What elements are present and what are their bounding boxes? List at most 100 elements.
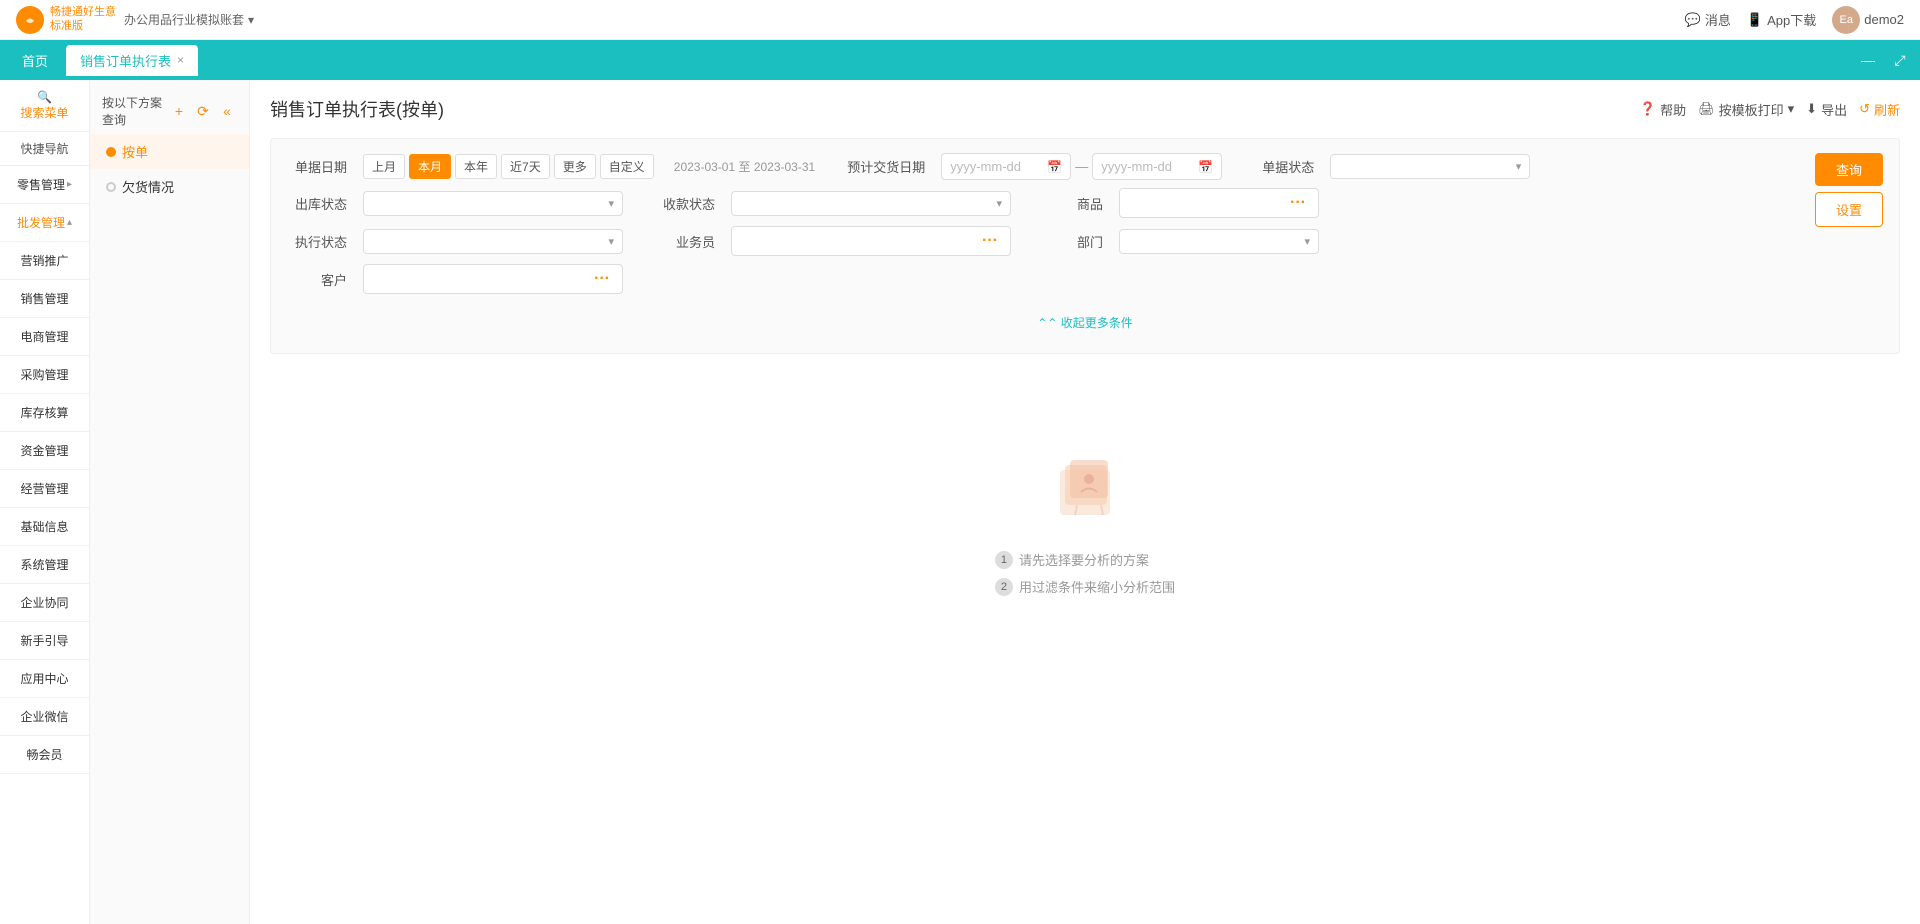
sidebar-shortcut[interactable]: 快捷导航: [0, 132, 89, 166]
product-picker-icon[interactable]: ···: [1286, 194, 1310, 212]
message-icon: 💬: [1685, 12, 1701, 28]
help-button[interactable]: ❓ 帮助: [1640, 100, 1686, 119]
filter-area: 单据日期 上月 本月 本年 近7天 更多 自定义 2023-03-01 至 20…: [270, 138, 1900, 354]
dept-arrow: ▾: [1304, 235, 1310, 248]
empty-hint-1: 1 请先选择要分析的方案: [995, 550, 1149, 569]
status-select-arrow: ▾: [1516, 160, 1522, 173]
exec-status-select[interactable]: ▾: [363, 229, 623, 254]
filter-row-4: 客户 ···: [287, 264, 1799, 294]
sidebar-item-marketing[interactable]: 营销推广: [0, 242, 89, 280]
action-buttons: 查询 设置: [1815, 153, 1883, 227]
user-menu[interactable]: Ea demo2: [1832, 6, 1904, 34]
minimize-button[interactable]: —: [1856, 48, 1880, 72]
empty-hints: 1 请先选择要分析的方案 2 用过滤条件来缩小分析范围: [995, 550, 1175, 596]
dept-select[interactable]: ▾: [1119, 229, 1319, 254]
date-field-label: 单据日期: [287, 157, 347, 176]
sidebar-item-finance[interactable]: 资金管理: [0, 432, 89, 470]
calendar-start-icon: 📅: [1047, 160, 1062, 174]
date-buttons: 上月 本月 本年 近7天 更多 自定义: [363, 154, 654, 179]
sidebar-item-operations[interactable]: 经营管理: [0, 470, 89, 508]
export-icon: ⬇: [1806, 101, 1817, 117]
expected-date-label: 预计交货日期: [847, 157, 925, 176]
calendar-end-icon: 📅: [1198, 160, 1213, 174]
download-icon: 📱: [1747, 12, 1763, 28]
add-scheme-button[interactable]: +: [169, 101, 189, 121]
sidebar-item-system[interactable]: 系统管理: [0, 546, 89, 584]
tab-close-icon[interactable]: ×: [177, 53, 184, 67]
print-dropdown-icon: ▾: [1788, 101, 1795, 117]
sidebar-item-purchase[interactable]: 采购管理: [0, 356, 89, 394]
scheme-item-by-order[interactable]: 按单: [90, 134, 249, 169]
sidebar-item-inventory[interactable]: 库存核算: [0, 394, 89, 432]
sidebar-item-wechat[interactable]: 企业微信: [0, 698, 89, 736]
sidebar-item-ecommerce[interactable]: 电商管理: [0, 318, 89, 356]
expand-button[interactable]: ⤢: [1888, 48, 1912, 72]
chevron-up-icon: ▴: [67, 217, 72, 228]
logo-area[interactable]: 畅捷通好生意 标准版: [16, 6, 116, 34]
sidebar-item-sales[interactable]: 销售管理: [0, 280, 89, 318]
print-button[interactable]: 🖨 按模板打印 ▾: [1698, 100, 1794, 119]
ship-status-label: 出库状态: [287, 194, 347, 213]
sidebar-item-wholesale[interactable]: 批发管理 ▴: [0, 204, 89, 242]
breadcrumb[interactable]: 办公用品行业模拟账套 ▾: [124, 11, 254, 28]
date-btn-last-month[interactable]: 上月: [363, 154, 405, 179]
sidebar-search[interactable]: 🔍 搜索菜单: [0, 80, 89, 132]
logo-text: 畅捷通好生意 标准版: [50, 6, 116, 32]
salesperson-label: 业务员: [655, 232, 715, 251]
empty-illustration: [1045, 450, 1125, 530]
tab-home[interactable]: 首页: [8, 45, 62, 76]
status-select[interactable]: ▾: [1330, 154, 1530, 179]
collapse-row[interactable]: ⌃⌃ 收起更多条件: [287, 306, 1883, 339]
page-actions: ❓ 帮助 🖨 按模板打印 ▾ ⬇ 导出 ↺ 刷新: [1640, 100, 1900, 119]
customer-picker-icon[interactable]: ···: [590, 270, 614, 288]
sidebar-item-apps[interactable]: 应用中心: [0, 660, 89, 698]
refresh-scheme-button[interactable]: ⟳: [193, 101, 213, 121]
tab-sales-order[interactable]: 销售订单执行表 ×: [66, 45, 198, 76]
refresh-button[interactable]: ↺ 刷新: [1859, 100, 1900, 119]
left-panel: 按以下方案查询 + ⟳ « 按单 欠: [90, 80, 250, 924]
date-btn-custom[interactable]: 自定义: [600, 154, 654, 179]
date-btn-this-year[interactable]: 本年: [455, 154, 497, 179]
payment-status-arrow: ▾: [996, 197, 1002, 210]
collapse-icon: ⌃⌃: [1037, 316, 1060, 330]
scheme-item-shortage[interactable]: 欠货情况: [90, 169, 249, 204]
app-download-button[interactable]: 📱 App下载: [1747, 10, 1816, 29]
left-panel-header: 按以下方案查询 + ⟳ «: [90, 88, 249, 134]
active-scheme-dot: [106, 147, 116, 157]
expected-date-range: yyyy-mm-dd 📅 — yyyy-mm-dd 📅: [941, 153, 1222, 180]
main-layout: 🔍 搜索菜单 快捷导航 零售管理 ▸ 批发管理 ▴ 营销推广 销售管理 电商管理…: [0, 80, 1920, 924]
query-button[interactable]: 查询: [1815, 153, 1883, 186]
search-icon: 🔍: [37, 90, 52, 104]
export-button[interactable]: ⬇ 导出: [1806, 100, 1847, 119]
ship-status-select[interactable]: ▾: [363, 191, 623, 216]
product-label: 商品: [1043, 194, 1103, 213]
sidebar-item-retail[interactable]: 零售管理 ▸: [0, 166, 89, 204]
salesperson-picker-icon[interactable]: ···: [978, 232, 1002, 250]
messages-button[interactable]: 💬 消息: [1685, 10, 1731, 29]
content-area: 按以下方案查询 + ⟳ « 按单 欠: [90, 80, 1920, 924]
date-btn-more[interactable]: 更多: [554, 154, 596, 179]
refresh-icon: ↺: [1859, 101, 1870, 117]
sidebar-item-guide[interactable]: 新手引导: [0, 622, 89, 660]
sidebar-item-basic-info[interactable]: 基础信息: [0, 508, 89, 546]
filter-row-2: 出库状态 ▾ 收款状态 ▾ 商品: [287, 188, 1799, 218]
ship-status-arrow: ▾: [608, 197, 614, 210]
collapse-panel-button[interactable]: «: [217, 101, 237, 121]
expected-date-start[interactable]: yyyy-mm-dd 📅: [941, 153, 1071, 180]
date-btn-this-month[interactable]: 本月: [409, 154, 451, 179]
date-btn-7days[interactable]: 近7天: [501, 154, 550, 179]
filter-row-1: 单据日期 上月 本月 本年 近7天 更多 自定义 2023-03-01 至 20…: [287, 153, 1799, 180]
tab-bar-right: — ⤢: [1856, 48, 1912, 72]
left-panel-actions: + ⟳ «: [169, 101, 237, 121]
payment-status-label: 收款状态: [655, 194, 715, 213]
avatar: Ea: [1832, 6, 1860, 34]
setup-button[interactable]: 设置: [1815, 192, 1883, 227]
expected-date-end[interactable]: yyyy-mm-dd 📅: [1092, 153, 1222, 180]
logo-icon: [16, 6, 44, 34]
payment-status-select[interactable]: ▾: [731, 191, 1011, 216]
sidebar-item-enterprise[interactable]: 企业协同: [0, 584, 89, 622]
top-bar-left: 畅捷通好生意 标准版 办公用品行业模拟账套 ▾: [16, 6, 254, 34]
breadcrumb-dropdown-icon[interactable]: ▾: [248, 13, 254, 27]
sidebar: 🔍 搜索菜单 快捷导航 零售管理 ▸ 批发管理 ▴ 营销推广 销售管理 电商管理…: [0, 80, 90, 924]
sidebar-item-members[interactable]: 畅会员: [0, 736, 89, 774]
